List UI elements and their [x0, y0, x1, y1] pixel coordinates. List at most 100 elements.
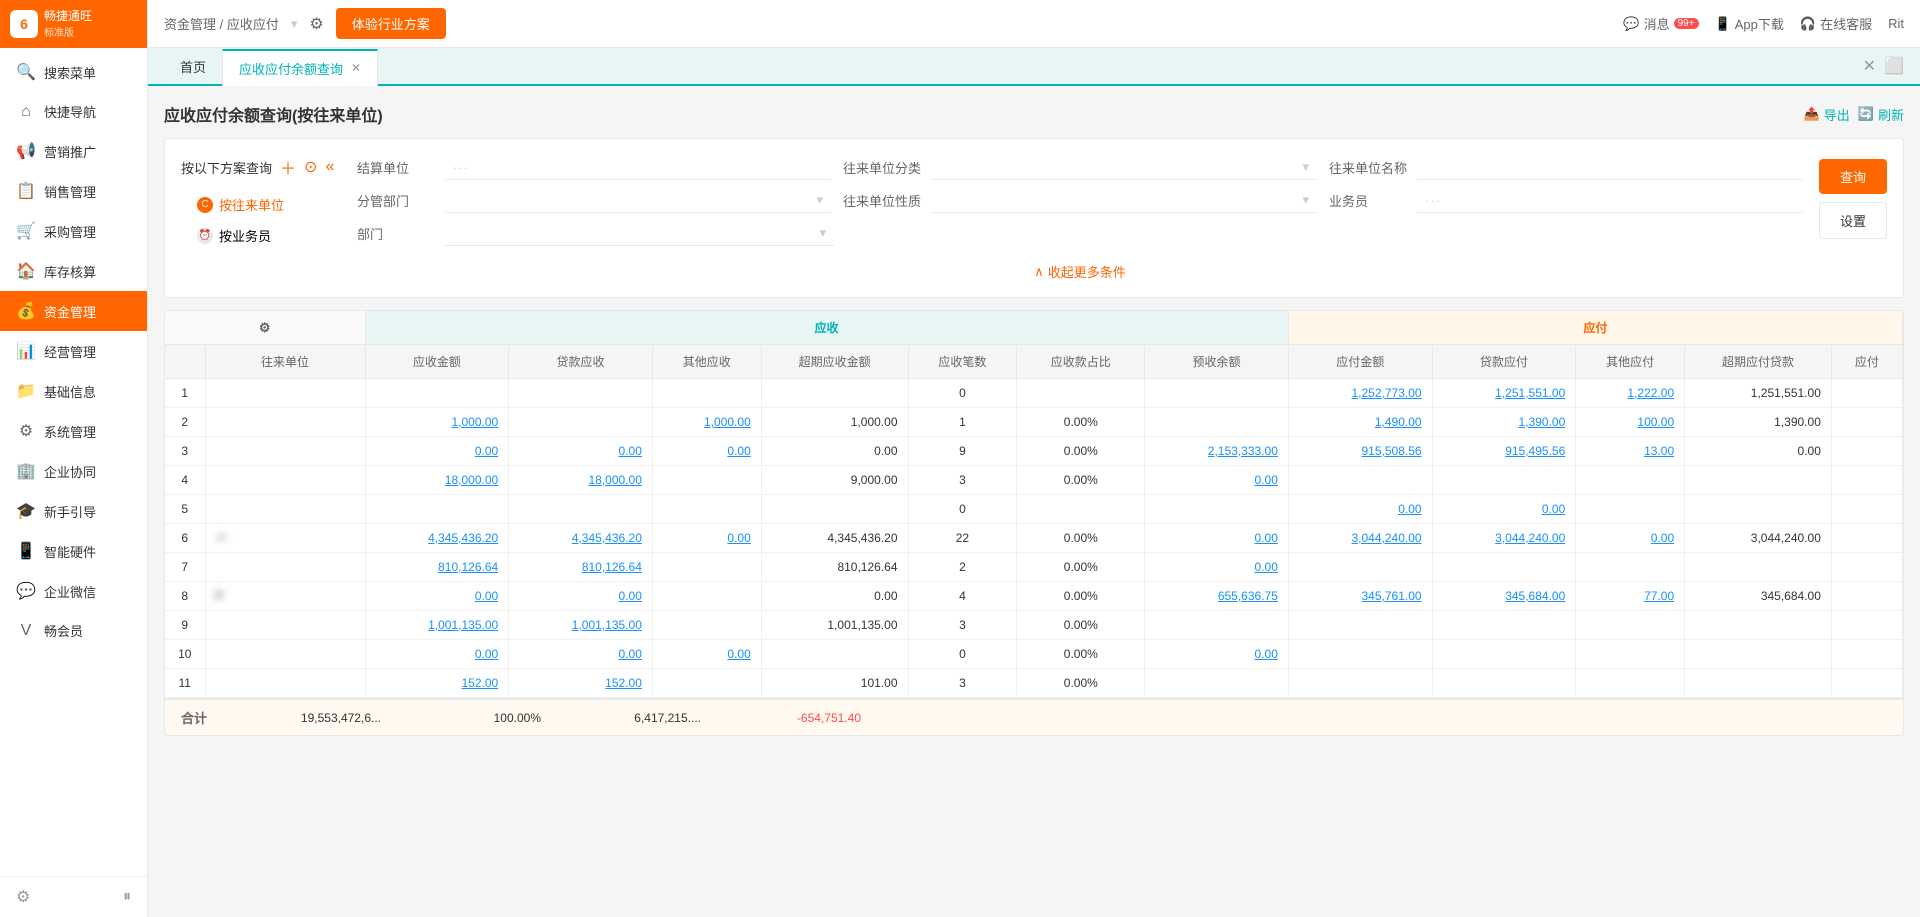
sidebar-item-marketing[interactable]: 📢 营销推广 [0, 131, 147, 171]
table-cell[interactable]: 3,044,240.00 [1432, 524, 1576, 553]
table-cell[interactable] [1576, 611, 1685, 640]
app-download-action[interactable]: 📱 App下载 [1715, 14, 1784, 33]
table-cell[interactable]: 915,508.56 [1288, 437, 1432, 466]
trial-btn[interactable]: 体验行业方案 [336, 8, 446, 39]
table-cell[interactable] [652, 553, 761, 582]
tab-query[interactable]: 应收应付余额查询 ✕ [222, 49, 378, 86]
topbar-settings-icon[interactable]: ⚙ [309, 14, 323, 34]
settlement-unit-select[interactable]: ··· [445, 156, 831, 180]
table-cell[interactable] [1432, 553, 1576, 582]
table-cell[interactable]: 0.00 [1145, 466, 1289, 495]
table-cell[interactable]: 915,495.56 [1432, 437, 1576, 466]
dept-select[interactable]: ▾ [445, 221, 834, 246]
table-cell[interactable] [1432, 640, 1576, 669]
table-cell[interactable] [1576, 466, 1685, 495]
table-cell[interactable]: 152.00 [365, 669, 509, 698]
table-cell[interactable]: 1,001,135.00 [509, 611, 653, 640]
table-cell[interactable] [365, 495, 509, 524]
table-cell[interactable]: 0.00 [652, 437, 761, 466]
table-cell[interactable] [652, 669, 761, 698]
table-cell[interactable]: 810,126.64 [509, 553, 653, 582]
table-cell[interactable]: 0.00 [1576, 524, 1685, 553]
table-cell[interactable]: 1,390.00 [1432, 408, 1576, 437]
table-cell[interactable] [1288, 611, 1432, 640]
tab-maximize[interactable]: ⬜ [1884, 56, 1904, 76]
table-cell[interactable]: 1,000.00 [652, 408, 761, 437]
table-cell[interactable] [1288, 669, 1432, 698]
collapse-icon[interactable]: ⏸ [123, 888, 131, 906]
table-cell[interactable]: 655,636.75 [1145, 582, 1289, 611]
table-cell[interactable]: 1,222.00 [1576, 379, 1685, 408]
table-cell[interactable]: 1,000.00 [365, 408, 509, 437]
user-name[interactable]: Rit [1888, 16, 1904, 31]
table-cell[interactable] [509, 379, 653, 408]
sidebar-item-basic-info[interactable]: 📁 基础信息 [0, 371, 147, 411]
table-cell[interactable]: 0.00 [365, 640, 509, 669]
table-cell[interactable] [365, 379, 509, 408]
table-cell[interactable]: 2,153,333.00 [1145, 437, 1289, 466]
sidebar-item-enterprise[interactable]: 🏢 企业协同 [0, 451, 147, 491]
table-cell[interactable] [1288, 466, 1432, 495]
table-cell[interactable] [1145, 379, 1289, 408]
table-cell[interactable] [1145, 611, 1289, 640]
settings-btn[interactable]: 设置 [1819, 202, 1887, 239]
settings-icon[interactable]: ⚙ [16, 887, 30, 907]
sidebar-item-quick-nav[interactable]: ⌂ 快捷导航 [0, 92, 147, 131]
table-cell[interactable]: 152.00 [509, 669, 653, 698]
table-cell[interactable]: 18,000.00 [365, 466, 509, 495]
table-cell[interactable] [1288, 553, 1432, 582]
table-cell[interactable] [1288, 640, 1432, 669]
table-cell[interactable]: 77.00 [1576, 582, 1685, 611]
sidebar-item-operation[interactable]: 📊 经营管理 [0, 331, 147, 371]
table-cell[interactable]: 810,126.64 [365, 553, 509, 582]
table-cell[interactable]: 1,001,135.00 [365, 611, 509, 640]
sidebar-item-smart-hardware[interactable]: 📱 智能硬件 [0, 531, 147, 571]
table-cell[interactable]: 0.00 [509, 437, 653, 466]
table-cell[interactable]: 13.00 [1576, 437, 1685, 466]
table-cell[interactable] [1145, 669, 1289, 698]
table-cell[interactable]: 1,490.00 [1288, 408, 1432, 437]
filter-option-staff[interactable]: ⏰ 按业务员 [189, 222, 341, 249]
table-cell[interactable] [652, 379, 761, 408]
table-cell[interactable] [652, 495, 761, 524]
table-cell[interactable]: 0.00 [509, 640, 653, 669]
filter-option-company[interactable]: C 按往来单位 [189, 191, 341, 218]
sidebar-item-system[interactable]: ⚙ 系统管理 [0, 411, 147, 451]
table-cell[interactable]: 345,684.00 [1432, 582, 1576, 611]
add-filter-btn[interactable]: ＋ [280, 155, 296, 179]
table-cell[interactable]: 0.00 [1145, 553, 1289, 582]
table-cell[interactable] [652, 466, 761, 495]
table-cell[interactable] [1576, 640, 1685, 669]
sidebar-item-sales[interactable]: 📋 销售管理 [0, 171, 147, 211]
sidebar-item-guide[interactable]: 🎓 新手引导 [0, 491, 147, 531]
table-cell[interactable]: 345,761.00 [1288, 582, 1432, 611]
table-cell[interactable]: 0.00 [365, 437, 509, 466]
sidebar-item-search-menu[interactable]: 🔍 搜索菜单 [0, 52, 147, 92]
table-cell[interactable]: 1,252,773.00 [1288, 379, 1432, 408]
table-cell[interactable]: 3,044,240.00 [1288, 524, 1432, 553]
table-cell[interactable]: 100.00 [1576, 408, 1685, 437]
table-settings-icon[interactable]: ⚙ [259, 320, 271, 335]
query-btn[interactable]: 查询 [1819, 159, 1887, 194]
tab-close-window[interactable]: ✕ [1863, 56, 1876, 76]
table-cell[interactable]: 0.00 [1432, 495, 1576, 524]
sidebar-item-inventory[interactable]: 🏠 库存核算 [0, 251, 147, 291]
sidebar-item-finance[interactable]: 💰 资金管理 [0, 291, 147, 331]
message-action[interactable]: 💬 消息 99+ [1623, 14, 1698, 33]
table-cell[interactable]: 1,251,551.00 [1432, 379, 1576, 408]
table-cell[interactable]: 18,000.00 [509, 466, 653, 495]
table-cell[interactable] [1145, 408, 1289, 437]
filter-collapse-btn[interactable]: ∧ 收起更多条件 [357, 262, 1803, 281]
table-cell[interactable]: 4,345,436.20 [509, 524, 653, 553]
table-cell[interactable]: 0.00 [509, 582, 653, 611]
sidebar-item-purchase[interactable]: 🛒 采购管理 [0, 211, 147, 251]
salesperson-select[interactable]: ··· [1417, 189, 1803, 213]
filter-collapse-left[interactable]: « [325, 158, 334, 176]
sidebar-item-vip[interactable]: V 畅会员 [0, 611, 147, 650]
company-nature-select[interactable]: ▾ [931, 188, 1317, 213]
dept-manager-select[interactable]: ▾ [445, 188, 831, 213]
table-cell[interactable] [1576, 669, 1685, 698]
table-cell[interactable] [509, 495, 653, 524]
sidebar-item-wechat[interactable]: 💬 企业微信 [0, 571, 147, 611]
table-cell[interactable] [1432, 466, 1576, 495]
